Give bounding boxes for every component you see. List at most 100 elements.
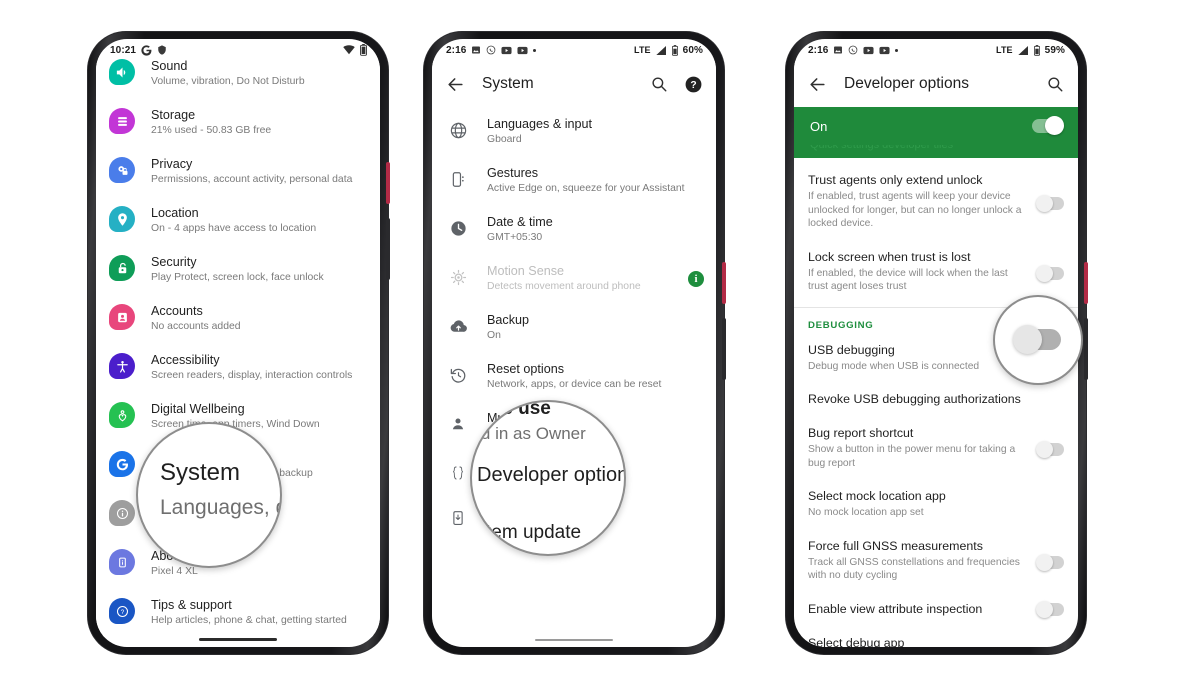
person-icon [445, 411, 471, 437]
toggle-trust-agents[interactable] [1036, 194, 1064, 212]
magnified-toggle-track[interactable] [1013, 325, 1061, 354]
row-title: Backup [487, 313, 530, 327]
dev-row-force-full-gnss[interactable]: Force full GNSS measurements Track all G… [794, 529, 1078, 592]
magnifier-title: System [160, 459, 241, 486]
youtube-icon [501, 46, 512, 55]
storage-icon [109, 108, 135, 134]
settings-row-reset-options[interactable]: Reset options Network, apps, or device c… [432, 352, 716, 401]
row-title: Revoke USB debugging authorizations [808, 392, 1021, 406]
row-subtitle: Help articles, phone & chat, getting sta… [151, 615, 347, 626]
nav-pill[interactable] [199, 638, 277, 641]
toggle-view-attribute[interactable] [1036, 600, 1064, 618]
dev-row-trust-agents-extend-unlock[interactable]: Trust agents only extend unlock If enabl… [794, 158, 1078, 240]
row-subtitle: On - 4 apps have access to location [151, 223, 317, 234]
power-button[interactable] [722, 262, 726, 304]
developer-options-master-toggle[interactable]: On [794, 107, 1078, 145]
settings-row-tips-support[interactable]: ? Tips & support Help articles, phone & … [96, 588, 380, 637]
dev-row-lock-screen-trust-lost[interactable]: Lock screen when trust is lost If enable… [794, 240, 1078, 303]
magnified-toggle-knob[interactable] [1013, 325, 1042, 354]
braces-icon [445, 460, 471, 486]
power-button[interactable] [1084, 262, 1088, 304]
row-subtitle: Screen readers, display, interaction con… [151, 370, 353, 381]
row-title: Motion Sense [487, 264, 565, 278]
toggle-bug-report[interactable] [1036, 441, 1064, 458]
back-arrow-icon[interactable] [807, 74, 827, 94]
lock-icon [109, 255, 135, 281]
settings-row-languages-input[interactable]: Languages & input Gboard [432, 107, 716, 156]
status-time: 2:16 [446, 44, 467, 56]
lte-label: LTE [996, 45, 1013, 55]
info-icon [109, 500, 135, 526]
settings-row-sound[interactable]: Sound Volume, vibration, Do Not Disturb [96, 49, 380, 98]
settings-row-storage[interactable]: Storage 21% used - 50.83 GB free [96, 98, 380, 147]
signal-icon [656, 45, 667, 55]
banner-label: On [810, 118, 828, 134]
row-subtitle: Network, apps, or device can be reset [487, 379, 662, 390]
settings-row-date-time[interactable]: Date & time GMT+05:30 [432, 205, 716, 254]
settings-row-gestures[interactable]: Gestures Active Edge on, squeeze for you… [432, 156, 716, 205]
toggle-lock-screen-trust[interactable] [1036, 264, 1064, 282]
motion-icon [445, 264, 471, 290]
dev-row-select-mock-location-app[interactable]: Select mock location app No mock locatio… [794, 479, 1078, 529]
help-icon[interactable]: ? [683, 74, 703, 94]
row-subtitle: 21% used - 50.83 GB free [151, 125, 272, 136]
row-title: Select mock location app [808, 489, 946, 503]
master-toggle-switch[interactable] [1032, 116, 1064, 135]
row-title: Force full GNSS measurements [808, 538, 983, 553]
row-title: Lock screen when trust is lost [808, 249, 971, 264]
nav-pill[interactable] [535, 638, 613, 641]
banner-ghost-strip: Quick settings developer tiles [794, 145, 1078, 158]
whatsapp-icon [848, 45, 858, 55]
row-subtitle: No mock location app set [808, 507, 924, 518]
whatsapp-icon [486, 45, 496, 55]
dot-icon [895, 48, 899, 52]
dev-row-select-debug-app[interactable]: Select debug app No debug application se… [794, 626, 1078, 648]
row-title: Gestures [487, 166, 539, 180]
settings-row-accessibility[interactable]: Accessibility Screen readers, display, i… [96, 343, 380, 392]
row-subtitle: If enabled, trust agents will keep your … [808, 191, 1022, 229]
row-title: Select debug app [808, 635, 905, 648]
settings-row-security[interactable]: Security Play Protect, screen lock, face… [96, 245, 380, 294]
settings-row-accounts[interactable]: Accounts No accounts added [96, 294, 380, 343]
power-button[interactable] [386, 162, 390, 204]
magnifier-line4: tem update [486, 522, 582, 543]
dev-row-bug-report-shortcut[interactable]: Bug report shortcut Show a button in the… [794, 416, 1078, 479]
dev-row-enable-view-attribute-inspection[interactable]: Enable view attribute inspection [794, 592, 1078, 626]
row-subtitle: Pixel 4 XL [151, 566, 198, 577]
info-badge[interactable]: i [688, 270, 704, 287]
dot-icon [533, 48, 537, 52]
volume-button[interactable] [722, 318, 726, 380]
magnifier-line2: ned in as Owner [470, 424, 586, 443]
row-subtitle: GMT+05:30 [487, 232, 543, 243]
signal-icon [1018, 45, 1029, 55]
dev-row-revoke-usb-debugging[interactable]: Revoke USB debugging authorizations [794, 382, 1078, 416]
row-title: Reset options [487, 362, 565, 376]
row-subtitle: Track all GNSS constellations and freque… [808, 556, 1020, 582]
magnifier-developer-options: le use ned in as Owner Developer options… [470, 400, 626, 556]
magnifier-usb-debugging-toggle [993, 295, 1083, 385]
settings-row-backup[interactable]: Backup On [432, 303, 716, 352]
search-icon[interactable] [649, 74, 669, 94]
location-icon [109, 206, 135, 232]
settings-row-motion-sense[interactable]: Motion Sense Detects movement around pho… [432, 254, 716, 303]
settings-row-location[interactable]: Location On - 4 apps have access to loca… [96, 196, 380, 245]
accessibility-icon [109, 353, 135, 379]
toggle-force-gnss[interactable] [1036, 553, 1064, 571]
video-icon [879, 46, 890, 55]
back-arrow-icon[interactable] [445, 74, 465, 94]
search-icon[interactable] [1045, 74, 1065, 94]
developer-rows-top: Trust agents only extend unlock If enabl… [794, 158, 1078, 303]
app-bar: Developer options [794, 61, 1078, 107]
row-subtitle: Volume, vibration, Do Not Disturb [151, 76, 305, 87]
settings-row-privacy[interactable]: Privacy Permissions, account activity, p… [96, 147, 380, 196]
volume-button[interactable] [386, 218, 390, 280]
backup-icon [445, 313, 471, 339]
row-subtitle: If enabled, the device will lock when th… [808, 267, 1008, 293]
row-title: Digital Wellbeing [151, 402, 245, 416]
volume-button[interactable] [1084, 318, 1088, 380]
clock-icon [445, 215, 471, 241]
row-title: Privacy [151, 157, 193, 171]
update-icon [445, 505, 471, 531]
privacy-icon [109, 157, 135, 183]
row-subtitle: Permissions, account activity, personal … [151, 174, 353, 185]
